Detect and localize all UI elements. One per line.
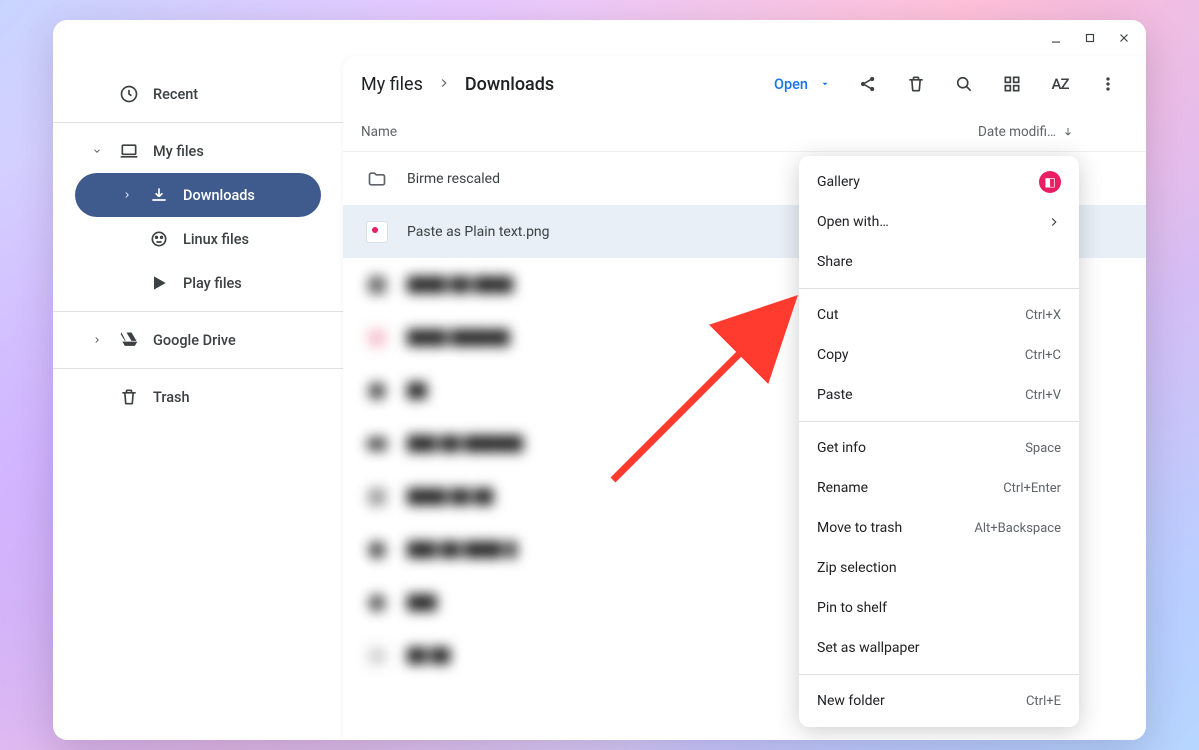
open-label: Open [774,76,808,93]
menu-separator [799,288,1079,289]
sidebar-item-recent[interactable]: Recent [75,72,321,116]
files-app-window: Recent My files [53,20,1146,740]
menu-pin-to-shelf[interactable]: Pin to shelf [799,588,1079,628]
breadcrumb: My files Downloads [361,74,554,95]
sort-az-icon: AZ [1052,75,1069,93]
sort-button[interactable]: AZ [1040,64,1080,104]
sidebar-item-linux-files[interactable]: Linux files [75,217,321,261]
menu-gallery[interactable]: Gallery ◧ [799,162,1079,202]
delete-button[interactable] [896,64,936,104]
sidebar-label: My files [153,143,204,160]
breadcrumb-root[interactable]: My files [361,74,423,95]
play-icon [149,273,169,293]
caret-down-icon [820,79,830,89]
menu-zip[interactable]: Zip selection [799,548,1079,588]
menu-move-to-trash[interactable]: Move to trash Alt+Backspace [799,508,1079,548]
context-menu: Gallery ◧ Open with… Share Cut Ctrl+X Co… [799,156,1079,727]
window-minimize-button[interactable] [1042,24,1070,52]
menu-share[interactable]: Share [799,242,1079,282]
chevron-down-icon [89,146,105,156]
chevron-right-icon [89,335,105,345]
sidebar-label: Play files [183,275,242,292]
drive-icon [119,330,139,350]
trash-icon [119,387,139,407]
more-button[interactable] [1088,64,1128,104]
file-icon [361,594,393,612]
trash-icon [906,74,926,94]
sidebar-label: Downloads [183,187,255,204]
window-close-button[interactable] [1110,24,1138,52]
file-icon [361,382,393,400]
menu-paste[interactable]: Paste Ctrl+V [799,375,1079,415]
file-icon [361,488,393,506]
sort-desc-icon [1062,126,1074,138]
file-icon [361,437,393,451]
view-grid-button[interactable] [992,64,1032,104]
download-icon [149,185,169,205]
open-button[interactable]: Open [764,70,840,99]
search-button[interactable] [944,64,984,104]
sidebar-item-downloads[interactable]: Downloads [75,173,321,217]
file-icon [361,541,393,559]
share-button[interactable] [848,64,888,104]
sidebar-label: Recent [153,86,198,103]
menu-separator [799,421,1079,422]
maximize-icon [1083,31,1097,45]
chevron-right-icon [1047,215,1061,229]
menu-separator [799,674,1079,675]
folder-icon [361,169,393,189]
sidebar-item-my-files[interactable]: My files [75,129,321,173]
sidebar-item-google-drive[interactable]: Google Drive [75,318,321,362]
column-headers: Name Date modifi… [343,112,1146,152]
gallery-app-icon: ◧ [1039,171,1061,193]
file-icon [361,329,393,347]
linux-icon [149,229,169,249]
grid-icon [1002,74,1022,94]
file-icon [361,647,393,665]
menu-cut[interactable]: Cut Ctrl+X [799,295,1079,335]
laptop-icon [119,141,139,161]
column-date[interactable]: Date modifi… [978,124,1128,140]
sidebar: Recent My files [53,56,343,740]
window-titlebar [53,20,1146,56]
window-maximize-button[interactable] [1076,24,1104,52]
breadcrumb-current: Downloads [465,74,554,95]
chevron-right-icon [119,190,135,200]
sidebar-label: Linux files [183,231,249,248]
menu-get-info[interactable]: Get info Space [799,428,1079,468]
close-icon [1117,31,1131,45]
menu-new-folder[interactable]: New folder Ctrl+E [799,681,1079,721]
sidebar-item-play-files[interactable]: Play files [75,261,321,305]
menu-rename[interactable]: Rename Ctrl+Enter [799,468,1079,508]
kebab-icon [1098,74,1118,94]
toolbar: My files Downloads Open [343,56,1146,112]
column-name[interactable]: Name [361,124,978,140]
menu-copy[interactable]: Copy Ctrl+C [799,335,1079,375]
sidebar-label: Google Drive [153,332,236,349]
chevron-right-icon [437,74,451,95]
share-icon [858,74,878,94]
menu-set-wallpaper[interactable]: Set as wallpaper [799,628,1079,668]
sidebar-label: Trash [153,389,190,406]
image-thumbnail-icon [361,221,393,243]
clock-icon [119,84,139,104]
search-icon [954,74,974,94]
minimize-icon [1049,31,1063,45]
sidebar-item-trash[interactable]: Trash [75,375,321,419]
menu-open-with[interactable]: Open with… [799,202,1079,242]
file-icon [361,276,393,294]
